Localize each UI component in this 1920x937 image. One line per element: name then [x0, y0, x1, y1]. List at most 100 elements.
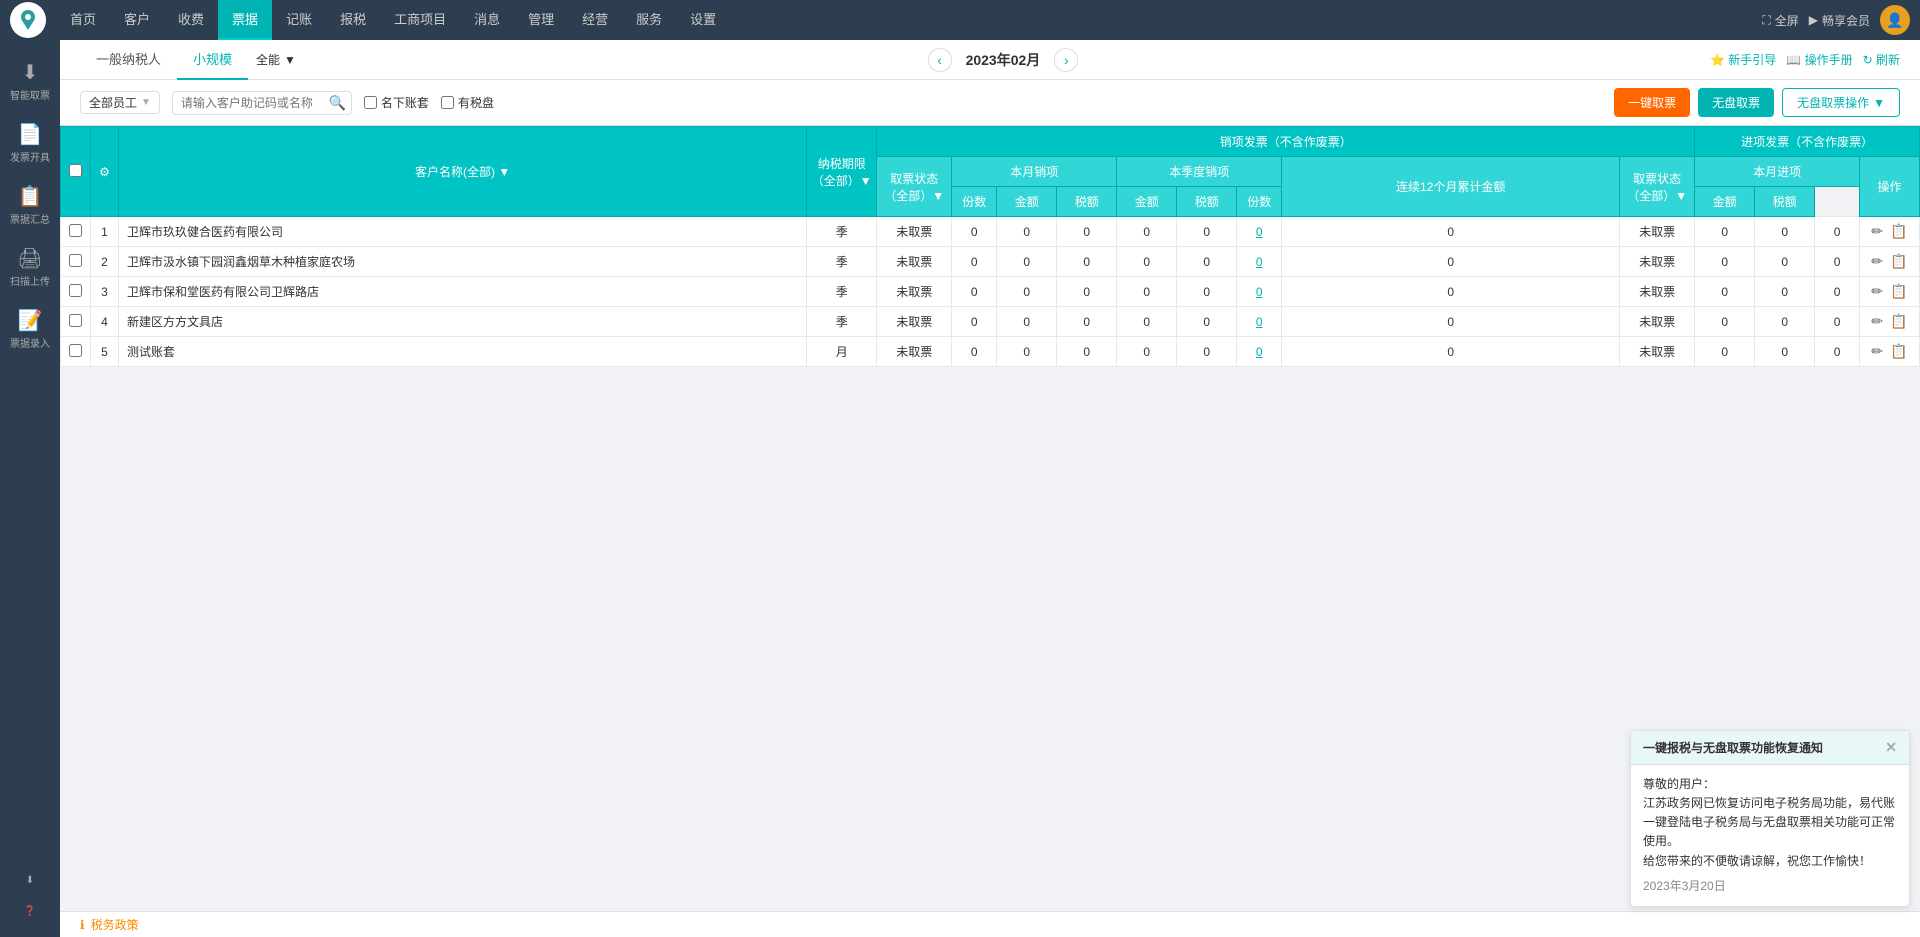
- avatar[interactable]: 👤: [1880, 5, 1910, 35]
- row-fetch-status-purchase: 未取票: [1620, 307, 1695, 337]
- period-next-button[interactable]: ›: [1054, 48, 1078, 72]
- nav-business[interactable]: 工商项目: [380, 0, 460, 40]
- no-disk-fetch-button[interactable]: 无盘取票: [1698, 88, 1774, 117]
- search-button[interactable]: 🔍: [328, 94, 345, 111]
- row-customer-name[interactable]: 新建区方方文具店: [119, 307, 807, 337]
- row-purchase-month-count: 0: [1695, 277, 1755, 307]
- nav-operation[interactable]: 经营: [568, 0, 622, 40]
- row-customer-name[interactable]: 卫辉市玖玖健合医药有限公司: [119, 217, 807, 247]
- has-tax-checkbox[interactable]: [441, 96, 454, 109]
- col-sales-month-tax: 税额: [1057, 187, 1117, 217]
- col-sales-12month-header: 连续12个月累计金额: [1282, 157, 1620, 217]
- vip-button[interactable]: ▶ 畅享会员: [1809, 12, 1870, 29]
- nav-manage[interactable]: 管理: [514, 0, 568, 40]
- row-sales-quarter-amount: 0: [1117, 307, 1177, 337]
- row-customer-name[interactable]: 测试账套: [119, 337, 807, 367]
- edit-icon[interactable]: ✏: [1871, 223, 1883, 239]
- detail-icon[interactable]: 📋: [1890, 343, 1907, 359]
- row-sales-month-count: 0: [952, 247, 997, 277]
- col-fetch-status-purchase-header[interactable]: 取票状态（全部）▼: [1620, 157, 1695, 217]
- sidebar-help[interactable]: ❓: [24, 896, 36, 927]
- tax-policy-link[interactable]: 税务政策: [91, 916, 139, 933]
- row-sales-12month-amt[interactable]: 0: [1237, 337, 1282, 367]
- refresh-button[interactable]: ↻ 刷新: [1863, 51, 1900, 68]
- row-fetch-status-sales: 未取票: [877, 277, 952, 307]
- row-actions: ✏ 📋: [1860, 247, 1920, 277]
- row-sales-12month-amt[interactable]: 0: [1237, 277, 1282, 307]
- tab-general-taxpayer[interactable]: 一般纳税人: [80, 40, 177, 80]
- row-sales-12month-amt[interactable]: 0: [1237, 247, 1282, 277]
- nav-home[interactable]: 首页: [56, 0, 110, 40]
- sidebar-item-label-invoice-summary: 票据汇总: [10, 211, 50, 226]
- row-sales-month-tax: 0: [1057, 217, 1117, 247]
- search-input[interactable]: [172, 91, 352, 115]
- row-checkbox[interactable]: [61, 247, 91, 277]
- employee-filter[interactable]: 全部员工 ▼: [80, 91, 160, 114]
- tab-all[interactable]: 全能 ▼: [256, 51, 296, 68]
- guide-button[interactable]: ⭐ 新手引导: [1710, 51, 1776, 68]
- detail-icon[interactable]: 📋: [1890, 253, 1907, 269]
- refresh-label: 刷新: [1876, 53, 1900, 67]
- tab-small-scale[interactable]: 小规模: [177, 40, 248, 80]
- row-sales-month-count: 0: [952, 217, 997, 247]
- has-tax-filter[interactable]: 有税盘: [441, 94, 494, 111]
- row-sales-quarter-amount: 0: [1117, 337, 1177, 367]
- row-sales-12month-amt[interactable]: 0: [1237, 217, 1282, 247]
- nav-tax[interactable]: 报税: [326, 0, 380, 40]
- my-account-label: 名下账套: [381, 94, 429, 111]
- row-sales-12month-amt[interactable]: 0: [1237, 307, 1282, 337]
- nav-message[interactable]: 消息: [460, 0, 514, 40]
- sidebar-item-scan-upload[interactable]: 🖨 扫描上传: [0, 236, 60, 298]
- row-fetch-status-sales: 未取票: [877, 217, 952, 247]
- sidebar-item-invoice-open[interactable]: 📄 发票开具: [0, 112, 60, 174]
- row-checkbox[interactable]: [61, 337, 91, 367]
- no-disk-op-button[interactable]: 无盘取票操作 ▼: [1782, 88, 1900, 117]
- notification-close-button[interactable]: ✕: [1885, 739, 1897, 756]
- sub-tabs-bar: 一般纳税人 小规模 全能 ▼ ‹ 2023年02月 › ⭐ 新手引导 📖 操作手…: [60, 40, 1920, 80]
- no-disk-op-label: 无盘取票操作: [1797, 94, 1869, 111]
- row-sales-month-amount: 0: [997, 247, 1057, 277]
- row-actions: ✏ 📋: [1860, 307, 1920, 337]
- sidebar-item-invoice-entry[interactable]: 📝 票据录入: [0, 298, 60, 360]
- row-checkbox[interactable]: [61, 277, 91, 307]
- detail-icon[interactable]: 📋: [1890, 223, 1907, 239]
- select-all-checkbox[interactable]: [69, 164, 82, 177]
- edit-icon[interactable]: ✏: [1871, 313, 1883, 329]
- row-sales-quarter-tax: 0: [1177, 337, 1237, 367]
- row-checkbox[interactable]: [61, 217, 91, 247]
- edit-icon[interactable]: ✏: [1871, 283, 1883, 299]
- fullscreen-button[interactable]: ⛶ 全屏: [1762, 12, 1798, 29]
- nav-settings[interactable]: 设置: [676, 0, 730, 40]
- nav-customer[interactable]: 客户: [110, 0, 164, 40]
- row-purchase-month-count: 0: [1695, 247, 1755, 277]
- row-customer-name[interactable]: 卫辉市汲水镇下园润鑫烟草木种植家庭农场: [119, 247, 807, 277]
- manual-button[interactable]: 📖 操作手册: [1786, 51, 1852, 68]
- sidebar-item-smart-fetch[interactable]: ⬇ 智能取票: [0, 50, 60, 112]
- nav-invoice[interactable]: 票据: [218, 0, 272, 40]
- sidebar-download[interactable]: ⬇: [24, 865, 36, 896]
- my-account-checkbox[interactable]: [364, 96, 377, 109]
- row-customer-name[interactable]: 卫辉市保和堂医药有限公司卫辉路店: [119, 277, 807, 307]
- nav-billing[interactable]: 收费: [164, 0, 218, 40]
- row-sales-quarter-amount: 0: [1117, 217, 1177, 247]
- row-checkbox[interactable]: [61, 307, 91, 337]
- my-account-filter[interactable]: 名下账套: [364, 94, 429, 111]
- logo: [10, 2, 46, 38]
- one-key-fetch-button[interactable]: 一键取票: [1614, 88, 1690, 117]
- nav-bookkeeping[interactable]: 记账: [272, 0, 326, 40]
- row-sales-12month-tax: 0: [1282, 247, 1620, 277]
- detail-icon[interactable]: 📋: [1890, 283, 1907, 299]
- edit-icon[interactable]: ✏: [1871, 343, 1883, 359]
- col-customer-name-header[interactable]: 客户名称(全部) ▼: [119, 127, 807, 217]
- detail-icon[interactable]: 📋: [1890, 313, 1907, 329]
- employee-filter-dropdown-icon: ▼: [141, 97, 151, 108]
- edit-icon[interactable]: ✏: [1871, 253, 1883, 269]
- row-sales-quarter-tax: 0: [1177, 247, 1237, 277]
- row-sales-month-count: 0: [952, 337, 997, 367]
- period-prev-button[interactable]: ‹: [928, 48, 952, 72]
- tab-all-label: 全能: [256, 51, 280, 68]
- sidebar-item-invoice-summary[interactable]: 📋 票据汇总: [0, 174, 60, 236]
- col-fetch-status-sales-header[interactable]: 取票状态（全部）▼: [877, 157, 952, 217]
- nav-service[interactable]: 服务: [622, 0, 676, 40]
- col-tax-period-header[interactable]: 纳税期限（全部）▼: [807, 127, 877, 217]
